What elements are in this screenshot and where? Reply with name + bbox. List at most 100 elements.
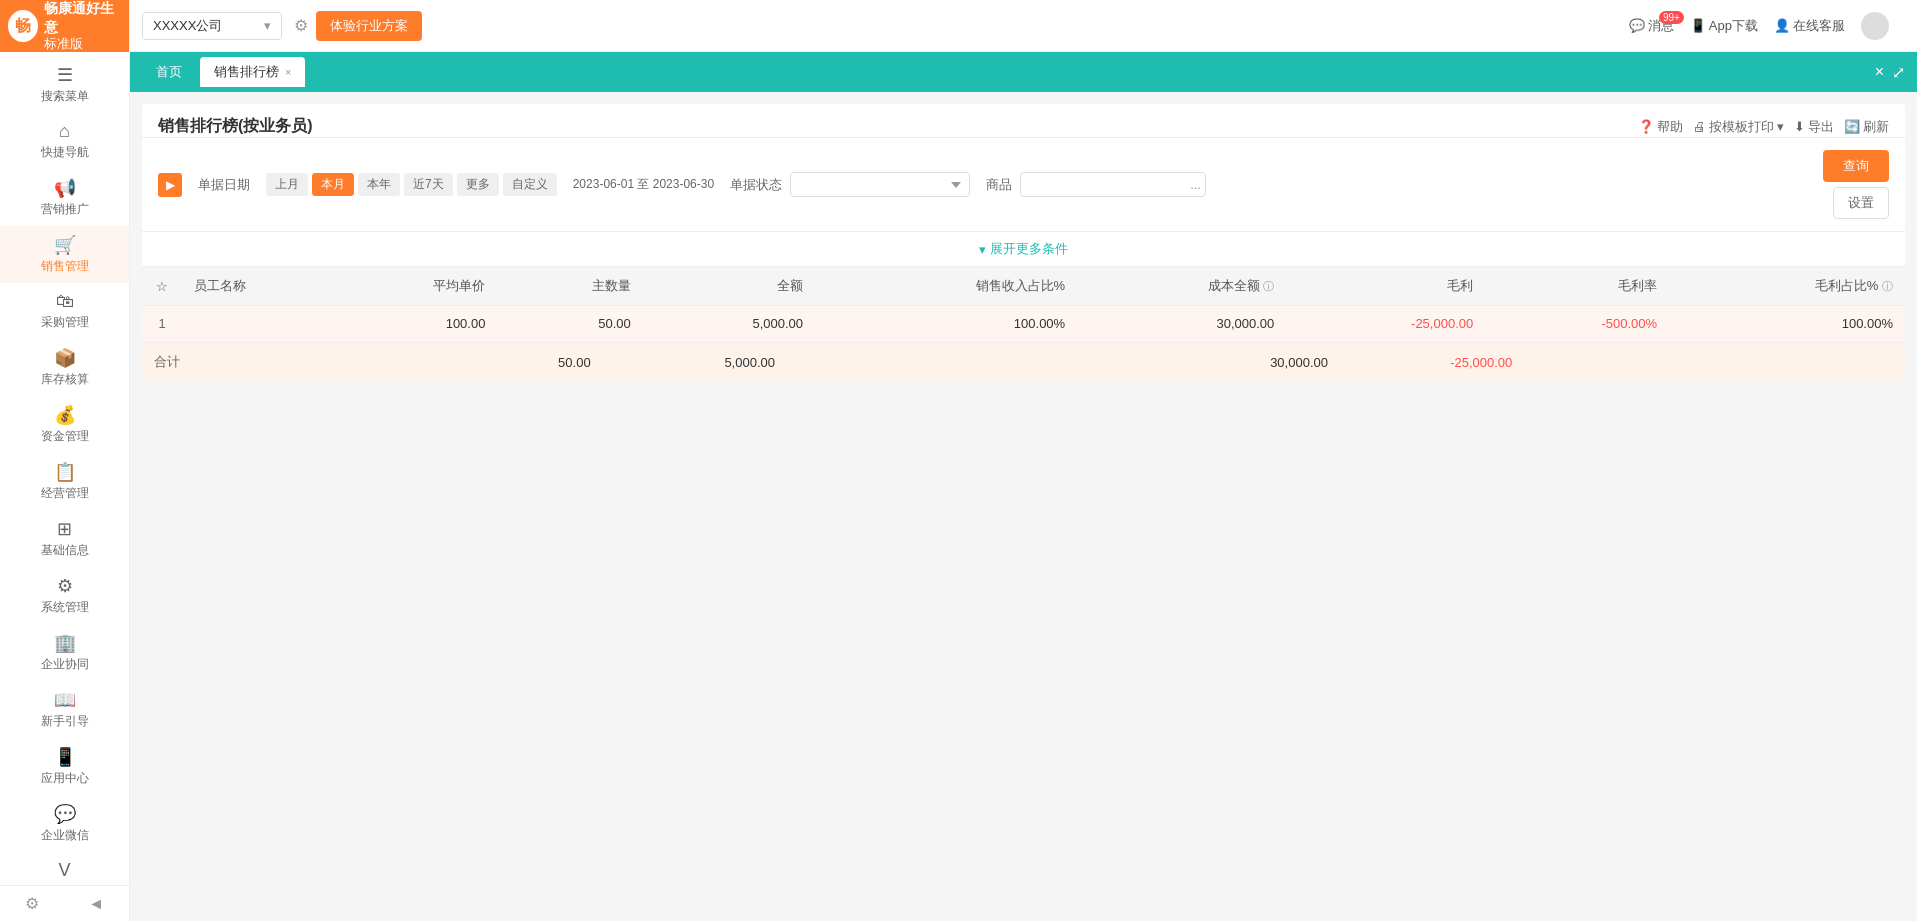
- message-btn[interactable]: 💬 消息 99+: [1629, 17, 1674, 35]
- date-btn-lastmonth[interactable]: 上月: [266, 173, 308, 196]
- filter-bar: ▶ 单据日期 上月 本月 本年 近7天 更多 自定义 2023-06-01 至 …: [142, 138, 1905, 232]
- search-menu-icon: ☰: [57, 64, 73, 86]
- footer-avg-price: [234, 355, 418, 370]
- tab-close-icon[interactable]: ×: [285, 66, 291, 78]
- filter-action-area: 查询 设置: [1823, 150, 1889, 219]
- tab-home[interactable]: 首页: [142, 55, 196, 89]
- support-icon: 👤: [1774, 18, 1790, 33]
- cost-info-icon[interactable]: ⓘ: [1263, 280, 1274, 292]
- sidebar-nav: ☰ 搜索菜单 ⌂ 快捷导航 📢 营销推广 🛒 销售管理 🛍 采购管理 📦 库存核…: [0, 52, 129, 885]
- page-title: 销售排行榜(按业务员): [158, 116, 313, 137]
- sidebar-item-shortcut[interactable]: ⌂ 快捷导航: [0, 113, 129, 169]
- sidebar-item-purchase[interactable]: 🛍 采购管理: [0, 283, 129, 339]
- message-badge: 99+: [1659, 11, 1684, 24]
- sidebar-label-basics: 基础信息: [41, 542, 89, 559]
- company-name: XXXXX公司: [153, 17, 222, 35]
- sidebar-item-inventory[interactable]: 📦 库存核算: [0, 339, 129, 396]
- member-icon: V: [58, 860, 70, 881]
- col-cost: 成本全额 ⓘ: [1077, 267, 1286, 306]
- sidebar-item-newbie[interactable]: 📖 新手引导: [0, 681, 129, 738]
- app-version: 标准版: [44, 36, 121, 53]
- export-btn[interactable]: ⬇ 导出: [1794, 118, 1834, 136]
- status-select[interactable]: [790, 172, 970, 197]
- sidebar-item-marketing[interactable]: 📢 营销推广: [0, 169, 129, 226]
- sidebar-label-shortcut: 快捷导航: [41, 144, 89, 161]
- newbie-icon: 📖: [54, 689, 76, 711]
- page-actions: ❓ 帮助 🖨 按模板打印 ▾ ⬇ 导出 🔄 刷新: [1638, 118, 1889, 136]
- sidebar-item-enterprise[interactable]: 🏢 企业协同: [0, 624, 129, 681]
- topbar: XXXXX公司 ▾ ⚙ 体验行业方案 💬 消息 99+ 📱 App下载 👤 在线…: [130, 0, 1917, 52]
- support-label: 在线客服: [1793, 17, 1845, 35]
- filter-toggle-btn[interactable]: ▶: [158, 173, 182, 197]
- app-name: 畅康通好生意: [44, 0, 121, 36]
- query-btn[interactable]: 查询: [1823, 150, 1889, 182]
- sidebar-label-appstore: 应用中心: [41, 770, 89, 787]
- col-gross: 毛利: [1286, 267, 1485, 306]
- date-range-display: 2023-06-01 至 2023-06-30: [573, 176, 714, 193]
- date-filter-label: 单据日期: [198, 176, 250, 194]
- date-btn-thismonth[interactable]: 本月: [312, 173, 354, 196]
- col-name: 员工名称: [182, 267, 322, 306]
- app-download-btn[interactable]: 📱 App下载: [1690, 17, 1758, 35]
- date-btn-more[interactable]: 更多: [457, 173, 499, 196]
- col-sales-ratio: 销售收入占比%: [815, 267, 1077, 306]
- footer-cost: [971, 355, 1155, 370]
- sidebar-item-search[interactable]: ☰ 搜索菜单: [0, 56, 129, 113]
- sidebar-item-basics[interactable]: ⊞ 基础信息: [0, 510, 129, 567]
- sidebar-settings-btn[interactable]: ⚙: [25, 894, 39, 913]
- tabbar: 首页 销售排行榜 × × ⤢: [130, 52, 1917, 92]
- sidebar-footer: ⚙ ◄: [0, 885, 129, 921]
- date-btn-7days[interactable]: 近7天: [404, 173, 453, 196]
- sidebar-item-member[interactable]: V 畅会员: [0, 852, 129, 885]
- settings-btn[interactable]: 设置: [1833, 187, 1889, 219]
- refresh-btn[interactable]: 🔄 刷新: [1844, 118, 1889, 136]
- status-filter-label: 单据状态: [730, 176, 782, 194]
- sidebar-collapse-btn[interactable]: ◄: [88, 895, 104, 913]
- date-btn-thisyear[interactable]: 本年: [358, 173, 400, 196]
- company-select[interactable]: XXXXX公司 ▾: [142, 12, 282, 40]
- sidebar-item-appstore[interactable]: 📱 应用中心: [0, 738, 129, 795]
- finance-icon: 💰: [54, 404, 76, 426]
- sidebar-label-newbie: 新手引导: [41, 713, 89, 730]
- gross-ratio-info-icon[interactable]: ⓘ: [1882, 280, 1893, 292]
- sales-ranking-table: ☆ 员工名称 平均单价 主数量 全额 销售收入占比% 成本全额 ⓘ 毛利 毛利率: [142, 267, 1905, 342]
- sidebar: 畅 畅康通好生意 标准版 ☰ 搜索菜单 ⌂ 快捷导航 📢 营销推广 🛒 销售管理…: [0, 0, 130, 921]
- window-close-icon[interactable]: ×: [1875, 63, 1884, 82]
- export-icon: ⬇: [1794, 119, 1805, 134]
- enterprise-icon: 🏢: [54, 632, 76, 654]
- avatar[interactable]: [1861, 12, 1889, 40]
- goods-input[interactable]: [1020, 172, 1206, 197]
- chevron-down-icon: ▾: [979, 242, 986, 257]
- help-icon: ❓: [1638, 119, 1654, 134]
- sidebar-item-operations[interactable]: 📋 经营管理: [0, 453, 129, 510]
- print-btn[interactable]: 🖨 按模板打印 ▾: [1693, 118, 1784, 136]
- help-btn[interactable]: ❓ 帮助: [1638, 118, 1683, 136]
- sidebar-label-enterprise: 企业协同: [41, 656, 89, 673]
- sidebar-label-marketing: 营销推广: [41, 201, 89, 218]
- sidebar-item-finance[interactable]: 💰 资金管理: [0, 396, 129, 453]
- footer-values: 50.00 5,000.00 30,000.00 -25,000.00: [234, 355, 1893, 370]
- online-support-btn[interactable]: 👤 在线客服: [1774, 17, 1845, 35]
- sidebar-label-finance: 资金管理: [41, 428, 89, 445]
- main-area: XXXXX公司 ▾ ⚙ 体验行业方案 💬 消息 99+ 📱 App下载 👤 在线…: [130, 0, 1917, 921]
- sidebar-label-system: 系统管理: [41, 599, 89, 616]
- trial-btn[interactable]: 体验行业方案: [316, 11, 422, 41]
- status-filter-group: 单据状态: [730, 172, 970, 197]
- goods-more-icon[interactable]: ...: [1190, 177, 1201, 192]
- date-btn-custom[interactable]: 自定义: [503, 173, 557, 196]
- tab-label: 销售排行榜: [214, 63, 279, 81]
- appstore-icon: 📱: [54, 746, 76, 768]
- main-content-wrapper: 销售排行榜(按业务员) ❓ 帮助 🖨 按模板打印 ▾ ⬇ 导出: [142, 104, 1905, 381]
- purchase-icon: 🛍: [56, 291, 74, 312]
- sidebar-item-wechat[interactable]: 💬 企业微信: [0, 795, 129, 852]
- footer-gross: -25,000.00: [1340, 355, 1524, 370]
- basics-icon: ⊞: [57, 518, 72, 540]
- tab-sales-ranking[interactable]: 销售排行榜 ×: [200, 57, 305, 87]
- goods-filter-group: 商品 ...: [986, 172, 1201, 197]
- content-area: 销售排行榜(按业务员) ❓ 帮助 🖨 按模板打印 ▾ ⬇ 导出: [130, 92, 1917, 921]
- settings-gear-icon[interactable]: ⚙: [294, 16, 308, 35]
- sidebar-item-sales[interactable]: 🛒 销售管理: [0, 226, 129, 283]
- expand-more-btn[interactable]: ▾ 展开更多条件: [979, 240, 1068, 258]
- sidebar-item-system[interactable]: ⚙ 系统管理: [0, 567, 129, 624]
- window-expand-icon[interactable]: ⤢: [1892, 63, 1905, 82]
